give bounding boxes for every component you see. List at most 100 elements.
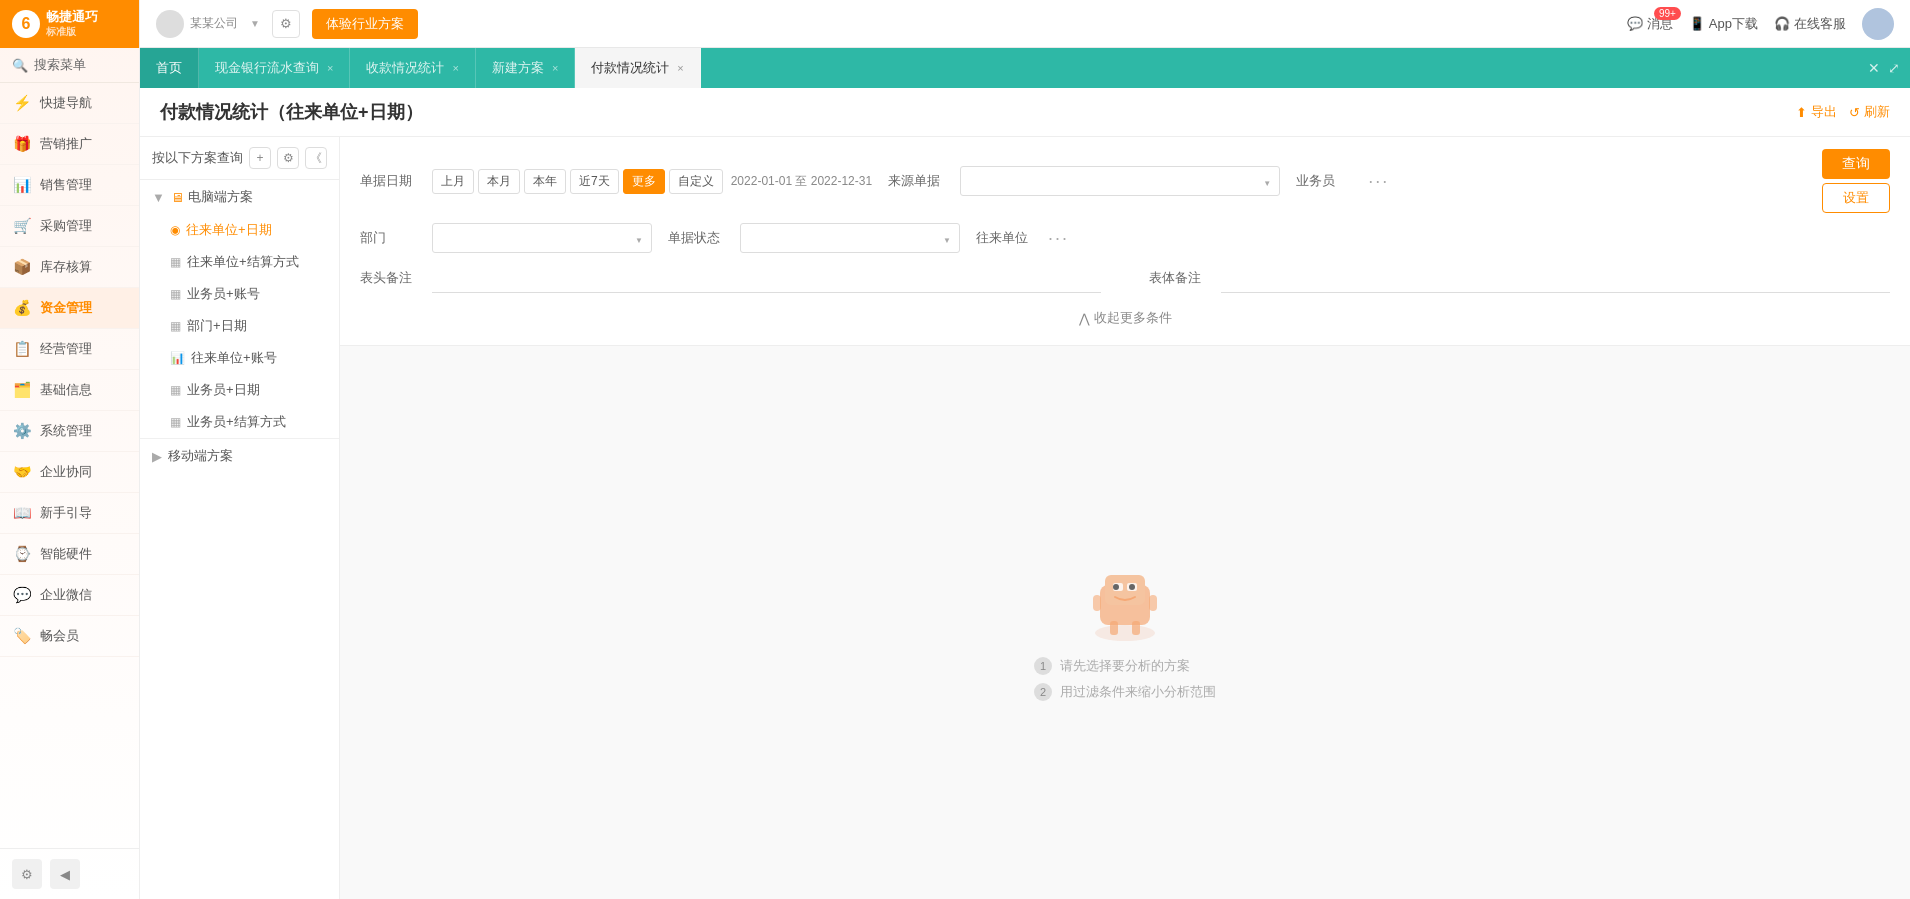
scheme-item-dept-date[interactable]: ▦ 部门+日期 — [140, 310, 339, 342]
tab-new-scheme[interactable]: 新建方案 × — [476, 48, 575, 88]
enterprise-icon: 🤝 — [12, 462, 32, 482]
user-avatar[interactable] — [1862, 8, 1894, 40]
sidebar-item-quick-nav[interactable]: ⚡ 快捷导航 — [0, 83, 139, 124]
sidebar-search[interactable]: 🔍 搜索菜单 — [0, 48, 139, 83]
svg-rect-7 — [1093, 595, 1101, 611]
scheme-item-unit-settle-label: 往来单位+结算方式 — [187, 253, 299, 271]
settings-button[interactable]: 设置 — [1822, 183, 1890, 213]
tab-bank-flow[interactable]: 现金银行流水查询 × — [199, 48, 350, 88]
export-button[interactable]: ⬆ 导出 — [1796, 103, 1837, 121]
sidebar-item-capital[interactable]: 💰 资金管理 — [0, 288, 139, 329]
sidebar-item-label: 营销推广 — [40, 135, 92, 153]
scheme-item-staff-date[interactable]: ▦ 业务员+日期 — [140, 374, 339, 406]
scheme-add-button[interactable]: + — [249, 147, 271, 169]
tab-expand-button[interactable]: ⤢ — [1888, 60, 1900, 76]
tab-payment-stats-close[interactable]: × — [677, 62, 683, 74]
sidebar-item-label: 采购管理 — [40, 217, 92, 235]
page-title: 付款情况统计（往来单位+日期） — [160, 100, 423, 124]
sidebar-item-label: 新手引导 — [40, 504, 92, 522]
scheme-item-unit-date[interactable]: ◉ 往来单位+日期 — [140, 214, 339, 246]
sidebar-item-wechat[interactable]: 💬 企业微信 — [0, 575, 139, 616]
scheme-item-unit-account[interactable]: 📊 往来单位+账号 — [140, 342, 339, 374]
query-button[interactable]: 查询 — [1822, 149, 1890, 179]
tab-close-all-button[interactable]: ✕ — [1868, 60, 1880, 76]
topbar-gear-button[interactable]: ⚙ — [272, 10, 300, 38]
unit-dots-button[interactable]: ··· — [1048, 228, 1069, 249]
empty-tip-1: 1 请先选择要分析的方案 — [1034, 657, 1216, 675]
sidebar-item-hardware[interactable]: ⌚ 智能硬件 — [0, 534, 139, 575]
svg-point-5 — [1113, 584, 1119, 590]
messages-button[interactable]: 💬 消息 99+ — [1627, 15, 1673, 33]
staff-dots-button[interactable]: ··· — [1368, 171, 1389, 192]
sidebar-item-guide[interactable]: 📖 新手引导 — [0, 493, 139, 534]
refresh-icon: ↺ — [1849, 105, 1860, 120]
sidebar-item-purchase[interactable]: 🛒 采购管理 — [0, 206, 139, 247]
topbar: 某某公司 ▼ ⚙ 体验行业方案 💬 消息 99+ 📱 App下载 🎧 在线客服 — [140, 0, 1910, 48]
scheme-settings-button[interactable]: ⚙ — [277, 147, 299, 169]
scheme-item-staff-date-icon: ▦ — [170, 383, 181, 397]
scheme-item-unit-settle[interactable]: ▦ 往来单位+结算方式 — [140, 246, 339, 278]
header-note-input[interactable] — [432, 263, 1101, 293]
empty-tips: 1 请先选择要分析的方案 2 用过滤条件来缩小分析范围 — [1034, 657, 1216, 701]
scheme-collapse-button[interactable]: 《 — [305, 147, 327, 169]
content-area: 按以下方案查询 + ⚙ 《 ▼ 🖥 电脑端方案 ◉ 往来单位+日期 ▦ 往来单位… — [140, 137, 1910, 899]
export-icon: ⬆ — [1796, 105, 1807, 120]
date-more-button[interactable]: 更多 — [623, 169, 665, 194]
body-note-input[interactable] — [1221, 263, 1890, 293]
collapse-filter-button[interactable]: ⋀ 收起更多条件 — [360, 303, 1890, 333]
date-this-year-button[interactable]: 本年 — [524, 169, 566, 194]
date-7days-button[interactable]: 近7天 — [570, 169, 619, 194]
scheme-item-dept-date-label: 部门+日期 — [187, 317, 247, 335]
sidebar-item-sales[interactable]: 📊 销售管理 — [0, 165, 139, 206]
system-icon: ⚙️ — [12, 421, 32, 441]
scheme-item-staff-account[interactable]: ▦ 业务员+账号 — [140, 278, 339, 310]
sidebar-item-inventory[interactable]: 📦 库存核算 — [0, 247, 139, 288]
tab-new-scheme-label: 新建方案 — [492, 59, 544, 77]
sidebar-gear-button[interactable]: ⚙ — [12, 859, 42, 889]
sidebar-item-label: 库存核算 — [40, 258, 92, 276]
scheme-item-staff-settle[interactable]: ▦ 业务员+结算方式 — [140, 406, 339, 438]
tab-home[interactable]: 首页 — [140, 48, 199, 88]
dept-chevron-icon — [635, 231, 643, 246]
sidebar-item-operations[interactable]: 📋 经营管理 — [0, 329, 139, 370]
desktop-arrow-icon: ▼ — [152, 190, 165, 205]
tab-payment-stats[interactable]: 付款情况统计 × — [575, 48, 700, 88]
sidebar-item-label: 快捷导航 — [40, 94, 92, 112]
trial-button[interactable]: 体验行业方案 — [312, 9, 418, 39]
sidebar-item-enterprise[interactable]: 🤝 企业协同 — [0, 452, 139, 493]
desktop-section[interactable]: ▼ 🖥 电脑端方案 — [140, 180, 339, 214]
sidebar: 6 畅捷通巧 标准版 🔍 搜索菜单 ⚡ 快捷导航 🎁 营销推广 📊 销售管理 🛒… — [0, 0, 140, 899]
main-area: 某某公司 ▼ ⚙ 体验行业方案 💬 消息 99+ 📱 App下载 🎧 在线客服 … — [140, 0, 1910, 899]
tab-new-scheme-close[interactable]: × — [552, 62, 558, 74]
mobile-arrow-icon: ▶ — [152, 449, 162, 464]
tab-receipt-stats-label: 收款情况统计 — [366, 59, 444, 77]
refresh-button[interactable]: ↺ 刷新 — [1849, 103, 1890, 121]
topbar-dropdown-icon[interactable]: ▼ — [250, 18, 260, 29]
sidebar-collapse-button[interactable]: ◀ — [50, 859, 80, 889]
date-last-month-button[interactable]: 上月 — [432, 169, 474, 194]
sidebar-item-marketing[interactable]: 🎁 营销推广 — [0, 124, 139, 165]
status-select[interactable] — [740, 223, 960, 253]
mobile-section[interactable]: ▶ 移动端方案 — [140, 438, 339, 473]
sidebar-item-basic-info[interactable]: 🗂️ 基础信息 — [0, 370, 139, 411]
online-service-button[interactable]: 🎧 在线客服 — [1774, 15, 1846, 33]
app-download-button[interactable]: 📱 App下载 — [1689, 15, 1758, 33]
sidebar-item-member[interactable]: 🏷️ 畅会员 — [0, 616, 139, 657]
date-label: 单据日期 — [360, 172, 416, 190]
quick-nav-icon: ⚡ — [12, 93, 32, 113]
filter-row-2: 部门 单据状态 往来单位 ··· — [360, 223, 1890, 253]
header-actions: ⬆ 导出 ↺ 刷新 — [1796, 103, 1890, 121]
query-area: 查询 设置 — [1822, 149, 1890, 213]
date-this-month-button[interactable]: 本月 — [478, 169, 520, 194]
tab-bank-flow-close[interactable]: × — [327, 62, 333, 74]
sidebar-item-system[interactable]: ⚙️ 系统管理 — [0, 411, 139, 452]
tab-receipt-stats-close[interactable]: × — [452, 62, 458, 74]
date-custom-button[interactable]: 自定义 — [669, 169, 723, 194]
message-icon: 💬 — [1627, 16, 1643, 31]
scheme-item-unit-date-label: 往来单位+日期 — [186, 221, 272, 239]
page-header: 付款情况统计（往来单位+日期） ⬆ 导出 ↺ 刷新 — [140, 88, 1910, 137]
source-select[interactable] — [960, 166, 1280, 196]
sidebar-bottom: ⚙ ◀ — [0, 848, 139, 899]
dept-select[interactable] — [432, 223, 652, 253]
tab-receipt-stats[interactable]: 收款情况统计 × — [350, 48, 475, 88]
